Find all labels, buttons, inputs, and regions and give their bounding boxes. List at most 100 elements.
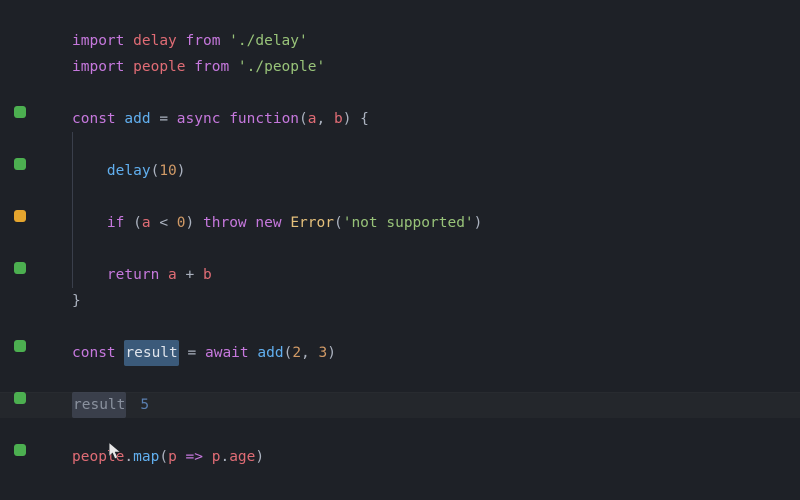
operator: + bbox=[177, 262, 203, 288]
punct: . bbox=[220, 444, 229, 470]
coverage-marker-icon bbox=[14, 262, 26, 274]
code-line-current[interactable]: result 5 bbox=[0, 392, 800, 418]
code-line[interactable]: import delay from './delay' bbox=[0, 28, 800, 54]
coverage-marker-icon bbox=[14, 392, 26, 404]
whitespace bbox=[247, 210, 256, 236]
number: 2 bbox=[292, 340, 301, 366]
punct: ( bbox=[159, 444, 168, 470]
indent-guide bbox=[72, 236, 73, 262]
keyword-const: const bbox=[72, 340, 116, 366]
keyword-function: function bbox=[229, 106, 299, 132]
keyword-from: from bbox=[186, 28, 221, 54]
keyword-if: if bbox=[107, 210, 124, 236]
keyword-await: await bbox=[205, 340, 249, 366]
string-literal: './delay' bbox=[229, 28, 308, 54]
code-line[interactable]: } bbox=[0, 288, 800, 314]
punct: ) bbox=[186, 210, 203, 236]
whitespace bbox=[249, 340, 258, 366]
punct: ( bbox=[151, 158, 160, 184]
whitespace bbox=[220, 106, 229, 132]
coverage-marker-icon bbox=[14, 106, 26, 118]
code-line[interactable]: people . map ( p => p . age ) bbox=[0, 444, 800, 470]
param: a bbox=[308, 106, 317, 132]
identifier: delay bbox=[133, 28, 177, 54]
blank-line[interactable] bbox=[0, 366, 800, 392]
blank-line[interactable] bbox=[0, 236, 800, 262]
code-editor[interactable]: import delay from './delay' import peopl… bbox=[0, 0, 800, 470]
brace: } bbox=[72, 288, 81, 314]
keyword-new: new bbox=[255, 210, 281, 236]
punct: ) { bbox=[343, 106, 369, 132]
keyword-import: import bbox=[72, 54, 124, 80]
code-line[interactable]: return a + b bbox=[0, 262, 800, 288]
whitespace bbox=[282, 210, 291, 236]
whitespace bbox=[116, 340, 125, 366]
keyword-const: const bbox=[72, 106, 116, 132]
punct: , bbox=[301, 340, 318, 366]
indent-guide bbox=[72, 158, 73, 184]
number: 3 bbox=[319, 340, 328, 366]
string-literal: 'not supported' bbox=[343, 210, 474, 236]
indent-guide bbox=[72, 262, 73, 288]
code-line[interactable]: import people from './people' bbox=[0, 54, 800, 80]
keyword-async: async bbox=[177, 106, 221, 132]
coverage-marker-icon bbox=[14, 158, 26, 170]
class-name: Error bbox=[290, 210, 334, 236]
punct: ) bbox=[474, 210, 483, 236]
identifier: people bbox=[133, 54, 185, 80]
whitespace bbox=[159, 262, 168, 288]
property: age bbox=[229, 444, 255, 470]
punct: ( bbox=[284, 340, 293, 366]
punct: ) bbox=[177, 158, 186, 184]
blank-line[interactable] bbox=[0, 80, 800, 106]
punct: ) bbox=[327, 340, 336, 366]
operator: < bbox=[151, 210, 177, 236]
identifier: a bbox=[168, 262, 177, 288]
indent bbox=[72, 158, 107, 184]
punct: . bbox=[124, 444, 133, 470]
inline-eval-value: 5 bbox=[140, 392, 149, 418]
indent-guide bbox=[72, 210, 73, 236]
arrow: => bbox=[177, 444, 212, 470]
string-literal: './people' bbox=[238, 54, 325, 80]
number: 10 bbox=[159, 158, 176, 184]
method-call: map bbox=[133, 444, 159, 470]
code-line[interactable]: delay ( 10 ) bbox=[0, 158, 800, 184]
punct: ( bbox=[299, 106, 308, 132]
keyword-return: return bbox=[107, 262, 159, 288]
occurrence-highlight: result bbox=[72, 392, 126, 418]
punct: , bbox=[317, 106, 334, 132]
identifier: add bbox=[124, 106, 150, 132]
number: 0 bbox=[177, 210, 186, 236]
punct: ( bbox=[124, 210, 141, 236]
coverage-marker-icon bbox=[14, 444, 26, 456]
identifier: b bbox=[203, 262, 212, 288]
coverage-marker-icon bbox=[14, 340, 26, 352]
identifier: a bbox=[142, 210, 151, 236]
selection-highlight: result bbox=[124, 340, 178, 366]
function-call: delay bbox=[107, 158, 151, 184]
param: b bbox=[334, 106, 343, 132]
indent bbox=[72, 210, 107, 236]
keyword-import: import bbox=[72, 28, 124, 54]
operator: = bbox=[179, 340, 205, 366]
blank-line[interactable] bbox=[0, 184, 800, 210]
indent bbox=[72, 262, 107, 288]
code-line[interactable]: const result = await add ( 2 , 3 ) bbox=[0, 340, 800, 366]
punct: ( bbox=[334, 210, 343, 236]
identifier: p bbox=[212, 444, 221, 470]
keyword-from: from bbox=[194, 54, 229, 80]
code-line[interactable]: if ( a < 0 ) throw new Error ( 'not supp… bbox=[0, 210, 800, 236]
blank-line[interactable] bbox=[0, 418, 800, 444]
blank-line[interactable] bbox=[0, 132, 800, 158]
param: p bbox=[168, 444, 177, 470]
function-call: add bbox=[257, 340, 283, 366]
coverage-marker-icon bbox=[14, 210, 26, 222]
operator: = bbox=[151, 106, 177, 132]
indent-guide bbox=[72, 184, 73, 210]
punct: ) bbox=[255, 444, 264, 470]
code-line[interactable]: const add = async function ( a , b ) { bbox=[0, 106, 800, 132]
keyword-throw: throw bbox=[203, 210, 247, 236]
blank-line[interactable] bbox=[0, 314, 800, 340]
identifier: people bbox=[72, 444, 124, 470]
